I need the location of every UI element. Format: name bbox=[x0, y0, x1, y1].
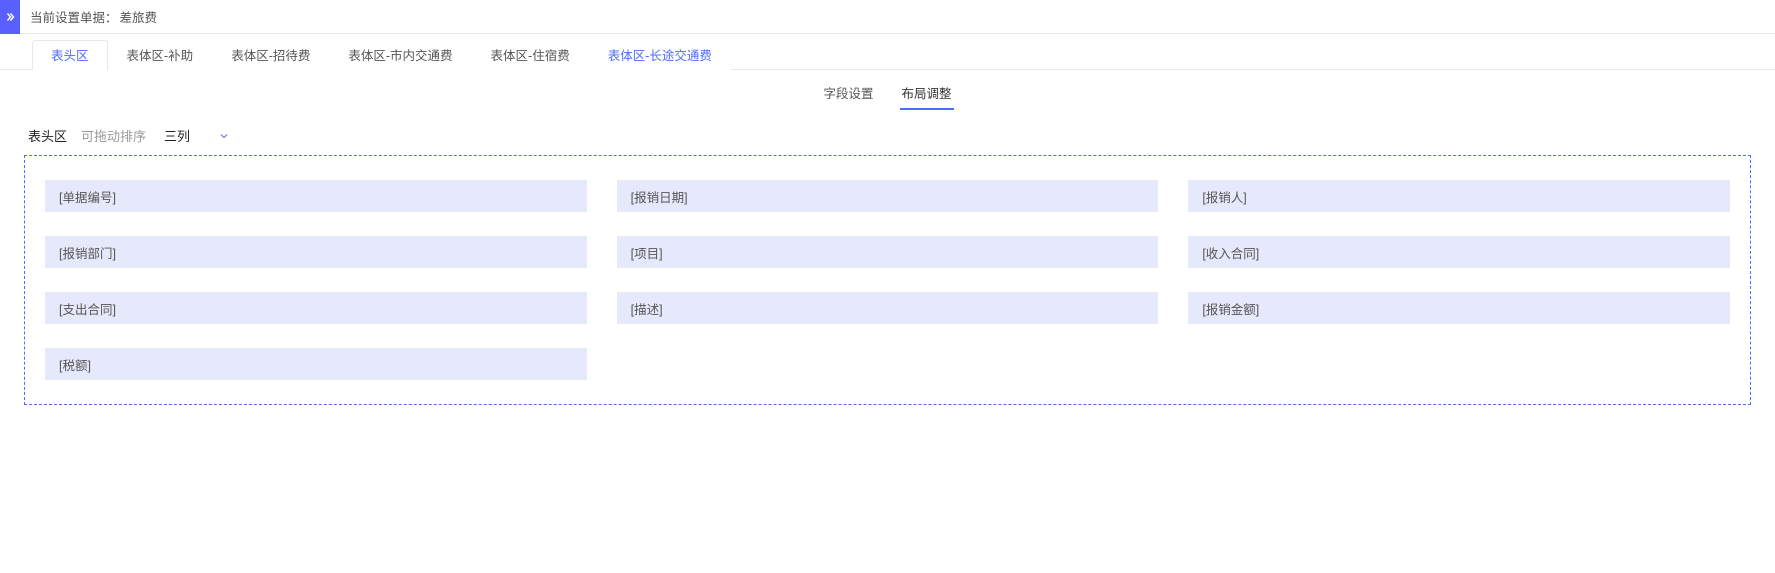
tab-body-city-transport[interactable]: 表体区-市内交通费 bbox=[329, 40, 471, 70]
main-tabs: 表头区 表体区-补助 表体区-招待费 表体区-市内交通费 表体区-住宿费 表体区… bbox=[0, 34, 1775, 70]
chevron-down-icon bbox=[218, 130, 230, 142]
field-reimburse-amount[interactable]: [报销金额] bbox=[1188, 292, 1730, 324]
tab-body-entertainment[interactable]: 表体区-招待费 bbox=[212, 40, 329, 70]
chevron-double-right-icon bbox=[4, 11, 16, 23]
drag-hint-label: 可拖动排序 bbox=[81, 126, 146, 145]
tab-body-long-distance[interactable]: 表体区-长途交通费 bbox=[589, 40, 731, 70]
columns-select-value: 三列 bbox=[164, 126, 190, 145]
layout-drop-area[interactable]: [单据编号] [报销日期] [报销人] [报销部门] [项目] [收入合同] [… bbox=[24, 155, 1751, 405]
columns-select[interactable]: 三列 bbox=[160, 124, 234, 147]
field-doc-number[interactable]: [单据编号] bbox=[45, 180, 587, 212]
field-expense-contract[interactable]: [支出合同] bbox=[45, 292, 587, 324]
field-income-contract[interactable]: [收入合同] bbox=[1188, 236, 1730, 268]
subtab-field-settings[interactable]: 字段设置 bbox=[821, 83, 875, 110]
sub-tabs: 字段设置 布局调整 bbox=[0, 74, 1775, 110]
tab-body-lodging[interactable]: 表体区-住宿费 bbox=[472, 40, 589, 70]
field-reimburse-date[interactable]: [报销日期] bbox=[617, 180, 1159, 212]
layout-controls: 表头区 可拖动排序 三列 bbox=[0, 116, 1775, 155]
current-setting-value: 差旅费 bbox=[120, 7, 158, 26]
field-reimburser[interactable]: [报销人] bbox=[1188, 180, 1730, 212]
tab-header-area[interactable]: 表头区 bbox=[32, 40, 108, 70]
expand-collapse-button[interactable] bbox=[0, 0, 20, 34]
field-description[interactable]: [描述] bbox=[617, 292, 1159, 324]
field-grid: [单据编号] [报销日期] [报销人] [报销部门] [项目] [收入合同] [… bbox=[45, 180, 1730, 380]
field-tax-amount[interactable]: [税额] bbox=[45, 348, 587, 380]
current-setting-label: 当前设置单据： bbox=[30, 7, 118, 26]
area-label: 表头区 bbox=[28, 126, 67, 145]
subtab-layout-adjust[interactable]: 布局调整 bbox=[900, 83, 954, 110]
header-bar: 当前设置单据： 差旅费 bbox=[0, 0, 1775, 34]
field-reimburse-dept[interactable]: [报销部门] bbox=[45, 236, 587, 268]
field-project[interactable]: [项目] bbox=[617, 236, 1159, 268]
tab-body-subsidy[interactable]: 表体区-补助 bbox=[108, 40, 213, 70]
